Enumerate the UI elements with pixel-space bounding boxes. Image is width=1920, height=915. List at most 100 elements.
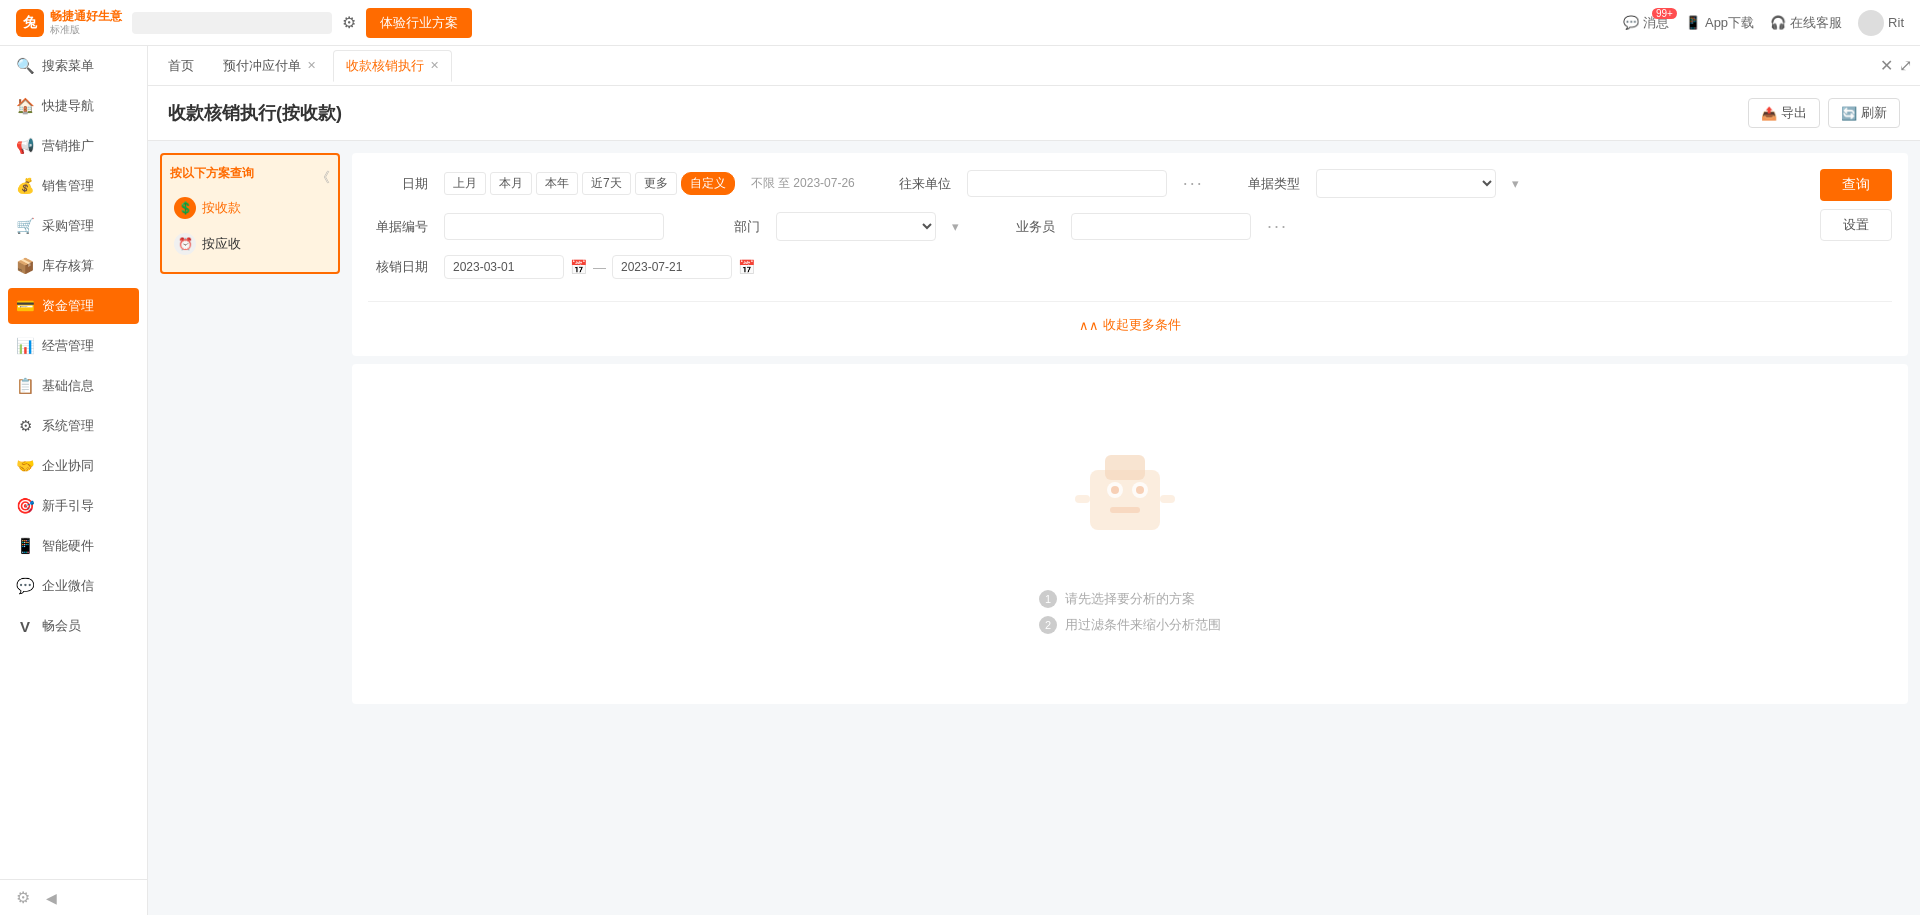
- service-icon: 🎧: [1770, 15, 1786, 30]
- refresh-icon: 🔄: [1841, 106, 1857, 121]
- page-actions: 📤 导出 🔄 刷新: [1748, 98, 1900, 128]
- refresh-button[interactable]: 🔄 刷新: [1828, 98, 1900, 128]
- sidebar-item-label: 畅会员: [42, 617, 81, 635]
- tab-bar-right: ✕ ⤢: [1880, 56, 1912, 75]
- message-item[interactable]: 💬 消息 99+: [1623, 14, 1669, 32]
- sidebar-item-label: 库存核算: [42, 257, 94, 275]
- doc-type-select[interactable]: [1316, 169, 1496, 198]
- sidebar-item-marketing[interactable]: 📢 营销推广: [0, 126, 147, 166]
- app-label: App下载: [1705, 14, 1754, 32]
- sidebar-item-label: 新手引导: [42, 497, 94, 515]
- logo-text-group: 畅捷通好生意 标准版: [50, 9, 122, 35]
- sidebar-item-label: 销售管理: [42, 177, 94, 195]
- marketing-icon: 📢: [16, 137, 34, 155]
- svg-rect-1: [1105, 455, 1145, 480]
- user-item[interactable]: Rit: [1858, 10, 1904, 36]
- empty-state-container: 1 请先选择要分析的方案 2 用过滤条件来缩小分析范围: [352, 364, 1908, 704]
- settings-icon[interactable]: ⚙: [16, 888, 30, 907]
- filter-by-receipt[interactable]: 💲 按收款: [170, 190, 330, 226]
- verify-date-start-cal[interactable]: 📅: [570, 259, 587, 275]
- service-item[interactable]: 🎧 在线客服: [1770, 14, 1842, 32]
- sidebar-item-inventory[interactable]: 📦 库存核算: [0, 246, 147, 286]
- empty-step-1: 1 请先选择要分析的方案: [1039, 590, 1221, 608]
- tab-expand-btn[interactable]: ⤢: [1899, 56, 1912, 75]
- sidebar-item-search-menu[interactable]: 🔍 搜索菜单: [0, 46, 147, 86]
- sidebar-item-hardware[interactable]: 📱 智能硬件: [0, 526, 147, 566]
- date-this-month[interactable]: 本月: [490, 172, 532, 195]
- content-area: 收款核销执行(按收款) 📤 导出 🔄 刷新 按以下方案查询 《: [148, 86, 1920, 915]
- sidebar-item-wechat[interactable]: 💬 企业微信: [0, 566, 147, 606]
- svg-rect-8: [1160, 495, 1175, 503]
- sidebar-item-quick-nav[interactable]: 🏠 快捷导航: [0, 86, 147, 126]
- filter-by-receivable[interactable]: ⏰ 按应收: [170, 226, 330, 262]
- content-body: 按以下方案查询 《 💲 按收款 ⏰ 按应收: [148, 141, 1920, 716]
- sidebar-item-sales[interactable]: 💰 销售管理: [0, 166, 147, 206]
- tab-receivable[interactable]: 收款核销执行 ✕: [333, 50, 452, 82]
- app-download-item[interactable]: 📱 App下载: [1685, 14, 1754, 32]
- setting-button[interactable]: 设置: [1820, 209, 1892, 241]
- tab-home-label: 首页: [168, 57, 194, 75]
- sidebar-item-label: 采购管理: [42, 217, 94, 235]
- top-bar: 兔 畅捷通好生意 标准版 ⚙ 体验行业方案 💬 消息 99+ 📱 App下载 🎧…: [0, 0, 1920, 46]
- sidebar-item-system[interactable]: ⚙ 系统管理: [0, 406, 147, 446]
- hardware-icon: 📱: [16, 537, 34, 555]
- collapse-icon: ∧∧: [1079, 318, 1099, 333]
- sidebar-item-member[interactable]: V 畅会员: [0, 606, 147, 646]
- collapse-more-btn[interactable]: ∧∧ 收起更多条件: [368, 310, 1892, 340]
- industry-button[interactable]: 体验行业方案: [366, 8, 472, 38]
- tab-home[interactable]: 首页: [156, 51, 206, 81]
- step-1-text: 请先选择要分析的方案: [1065, 590, 1195, 608]
- logo-area: 兔 畅捷通好生意 标准版: [16, 9, 122, 37]
- top-search-input[interactable]: [132, 12, 332, 34]
- filter-panel-header: 按以下方案查询 《 💲 按收款 ⏰ 按应收: [160, 153, 340, 274]
- counterparty-ellipsis[interactable]: ···: [1183, 173, 1204, 194]
- date-shortcuts: 上月 本月 本年 近7天 更多 自定义: [444, 172, 735, 195]
- tab-close-btn[interactable]: ✕: [1880, 56, 1893, 75]
- doc-num-input[interactable]: [444, 213, 664, 240]
- sidebar-item-label: 基础信息: [42, 377, 94, 395]
- sidebar-item-basic-info[interactable]: 📋 基础信息: [0, 366, 147, 406]
- inventory-icon: 📦: [16, 257, 34, 275]
- purchase-icon: 🛒: [16, 217, 34, 235]
- filter-by-receivable-label: 按应收: [202, 235, 241, 253]
- query-area: 日期 上月 本月 本年 近7天 更多 自定义 不限 至 2023-07-26: [352, 153, 1908, 356]
- basic-info-icon: 📋: [16, 377, 34, 395]
- member-icon: V: [16, 617, 34, 635]
- sidebar-item-enterprise[interactable]: 🤝 企业协同: [0, 446, 147, 486]
- sidebar-item-label: 经营管理: [42, 337, 94, 355]
- staff-input[interactable]: [1071, 213, 1251, 240]
- quick-nav-icon: 🏠: [16, 97, 34, 115]
- sidebar-item-purchase[interactable]: 🛒 采购管理: [0, 206, 147, 246]
- counterparty-input[interactable]: [967, 170, 1167, 197]
- sidebar-item-finance[interactable]: 💳 资金管理: [8, 288, 139, 324]
- receipt-icon: 💲: [174, 197, 196, 219]
- wechat-icon: 💬: [16, 577, 34, 595]
- sidebar-item-label: 智能硬件: [42, 537, 94, 555]
- date-7days[interactable]: 近7天: [582, 172, 631, 195]
- doc-type-label: 单据类型: [1240, 175, 1300, 193]
- date-custom[interactable]: 自定义: [681, 172, 735, 195]
- gear-icon[interactable]: ⚙: [342, 13, 356, 32]
- date-range-label: 不限 至 2023-07-26: [751, 175, 855, 192]
- filter-panel-collapse[interactable]: 《: [316, 169, 330, 187]
- date-more[interactable]: 更多: [635, 172, 677, 195]
- tab-prepay-close[interactable]: ✕: [307, 59, 316, 72]
- verify-date-end[interactable]: [612, 255, 732, 279]
- staff-ellipsis[interactable]: ···: [1267, 216, 1288, 237]
- date-this-year[interactable]: 本年: [536, 172, 578, 195]
- sidebar-item-label: 营销推广: [42, 137, 94, 155]
- user-avatar: [1858, 10, 1884, 36]
- sidebar-item-guide[interactable]: 🎯 新手引导: [0, 486, 147, 526]
- export-button[interactable]: 📤 导出: [1748, 98, 1820, 128]
- verify-date-end-cal[interactable]: 📅: [738, 259, 755, 275]
- query-button[interactable]: 查询: [1820, 169, 1892, 201]
- dept-select[interactable]: [776, 212, 936, 241]
- tab-prepay[interactable]: 预付冲应付单 ✕: [210, 50, 329, 82]
- date-last-month[interactable]: 上月: [444, 172, 486, 195]
- filter-by-receipt-label: 按收款: [202, 199, 241, 217]
- tab-receivable-close[interactable]: ✕: [430, 59, 439, 72]
- sidebar-item-operation[interactable]: 📊 经营管理: [0, 326, 147, 366]
- collapse-sidebar-icon[interactable]: ◀: [46, 890, 57, 906]
- verify-date-start[interactable]: [444, 255, 564, 279]
- message-badge: 99+: [1652, 8, 1677, 19]
